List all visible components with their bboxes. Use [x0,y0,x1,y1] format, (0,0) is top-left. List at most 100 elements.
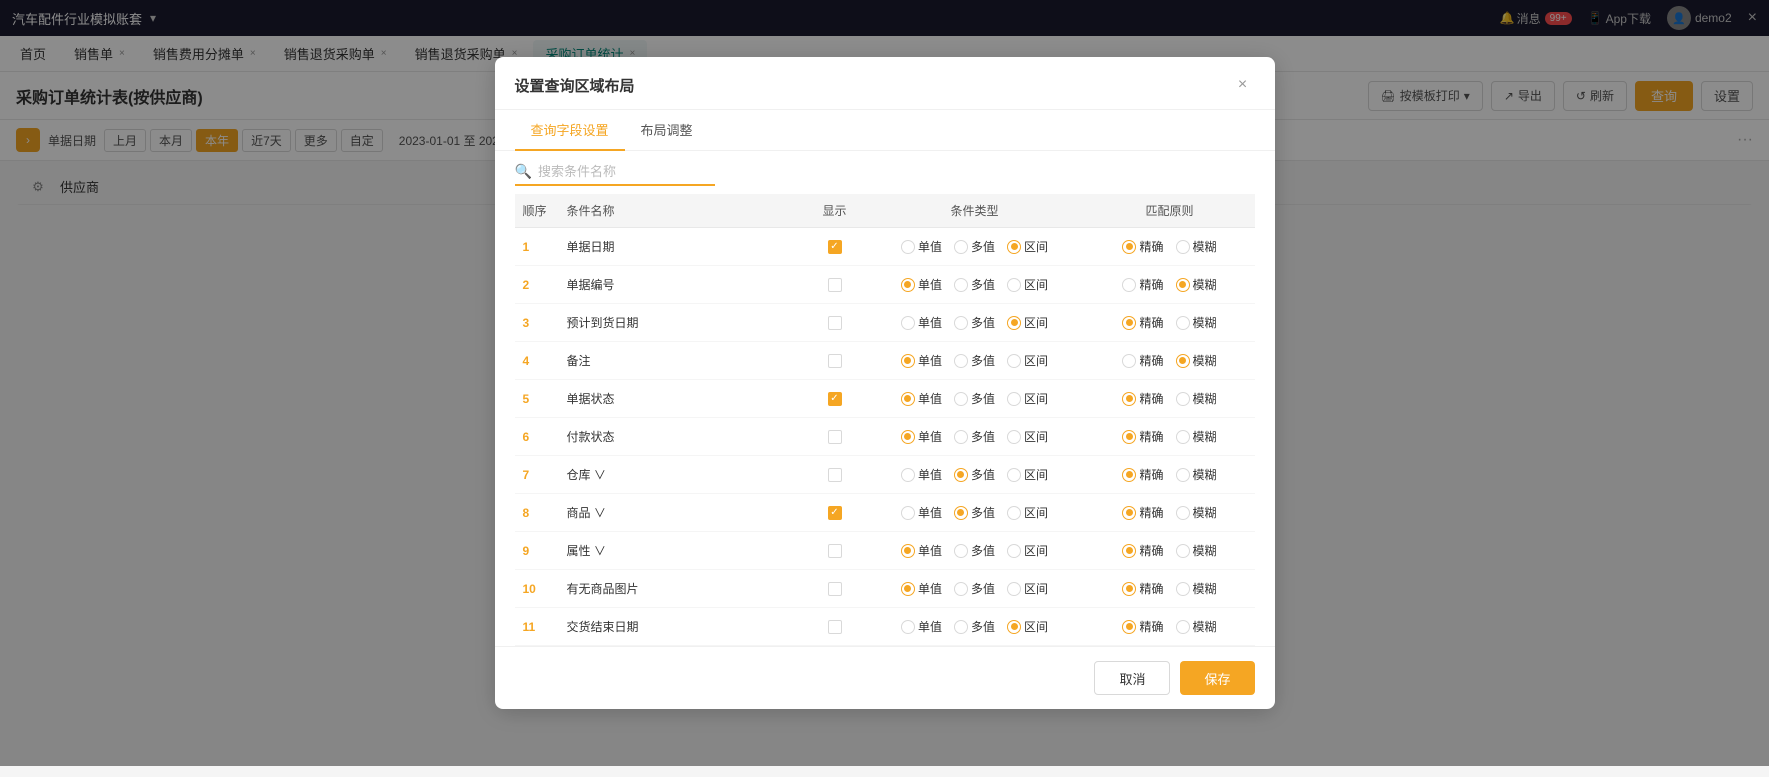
dialog-tab-layout[interactable]: 布局调整 [625,110,709,151]
type-radio-option[interactable]: 多值 [954,352,995,369]
type-radio[interactable] [1007,316,1021,330]
match-radio-option[interactable]: 精确 [1122,276,1163,293]
match-radio-option[interactable]: 模糊 [1176,618,1217,635]
type-radio[interactable] [954,430,968,444]
type-radio[interactable] [1007,392,1021,406]
match-radio[interactable] [1122,506,1136,520]
type-radio[interactable] [1007,430,1021,444]
match-radio[interactable] [1176,392,1190,406]
type-radio[interactable] [954,354,968,368]
match-radio[interactable] [1122,582,1136,596]
type-radio-option[interactable]: 区间 [1007,390,1048,407]
display-checkbox[interactable] [828,620,842,634]
type-radio[interactable] [1007,544,1021,558]
display-checkbox[interactable] [828,316,842,330]
type-radio[interactable] [901,620,915,634]
type-radio-option[interactable]: 多值 [954,618,995,635]
match-radio[interactable] [1176,430,1190,444]
type-radio[interactable] [954,468,968,482]
dialog-close-button[interactable]: × [1231,73,1255,97]
match-radio[interactable] [1176,582,1190,596]
type-radio-option[interactable]: 单值 [901,238,942,255]
type-radio[interactable] [954,316,968,330]
match-radio-option[interactable]: 模糊 [1176,580,1217,597]
display-checkbox[interactable] [828,582,842,596]
type-radio-option[interactable]: 单值 [901,276,942,293]
type-radio-option[interactable]: 多值 [954,504,995,521]
match-radio[interactable] [1176,468,1190,482]
type-radio[interactable] [954,278,968,292]
match-radio-option[interactable]: 精确 [1122,390,1163,407]
type-radio-option[interactable]: 区间 [1007,542,1048,559]
type-radio-option[interactable]: 单值 [901,466,942,483]
match-radio[interactable] [1122,620,1136,634]
type-radio-option[interactable]: 区间 [1007,238,1048,255]
match-radio-option[interactable]: 模糊 [1176,390,1217,407]
match-radio[interactable] [1176,506,1190,520]
display-checkbox[interactable] [828,278,842,292]
type-radio-option[interactable]: 区间 [1007,580,1048,597]
type-radio[interactable] [1007,468,1021,482]
display-checkbox[interactable] [828,506,842,520]
cancel-button[interactable]: 取消 [1094,661,1170,695]
match-radio-option[interactable]: 精确 [1122,314,1163,331]
type-radio[interactable] [901,582,915,596]
match-radio-option[interactable]: 模糊 [1176,466,1217,483]
type-radio[interactable] [901,392,915,406]
type-radio-option[interactable]: 区间 [1007,618,1048,635]
type-radio-option[interactable]: 区间 [1007,428,1048,445]
match-radio-option[interactable]: 模糊 [1176,428,1217,445]
type-radio-option[interactable]: 单值 [901,352,942,369]
match-radio-option[interactable]: 模糊 [1176,276,1217,293]
match-radio[interactable] [1176,316,1190,330]
type-radio-option[interactable]: 多值 [954,276,995,293]
match-radio-option[interactable]: 精确 [1122,352,1163,369]
type-radio-option[interactable]: 多值 [954,428,995,445]
match-radio-option[interactable]: 精确 [1122,428,1163,445]
match-radio-option[interactable]: 精确 [1122,466,1163,483]
type-radio[interactable] [901,544,915,558]
type-radio-option[interactable]: 多值 [954,580,995,597]
match-radio[interactable] [1176,544,1190,558]
display-checkbox[interactable] [828,354,842,368]
match-radio[interactable] [1122,240,1136,254]
type-radio[interactable] [901,506,915,520]
type-radio-option[interactable]: 单值 [901,314,942,331]
type-radio-option[interactable]: 区间 [1007,466,1048,483]
type-radio[interactable] [901,316,915,330]
type-radio-option[interactable]: 单值 [901,428,942,445]
type-radio[interactable] [954,544,968,558]
type-radio[interactable] [1007,278,1021,292]
match-radio-option[interactable]: 精确 [1122,504,1163,521]
type-radio-option[interactable]: 多值 [954,466,995,483]
save-button[interactable]: 保存 [1180,661,1254,695]
type-radio[interactable] [901,354,915,368]
type-radio-option[interactable]: 区间 [1007,314,1048,331]
dialog-tab-query[interactable]: 查询字段设置 [515,110,625,151]
type-radio[interactable] [1007,582,1021,596]
match-radio-option[interactable]: 模糊 [1176,314,1217,331]
match-radio-option[interactable]: 模糊 [1176,542,1217,559]
type-radio[interactable] [954,620,968,634]
display-checkbox[interactable] [828,392,842,406]
match-radio[interactable] [1176,278,1190,292]
type-radio-option[interactable]: 区间 [1007,504,1048,521]
type-radio-option[interactable]: 单值 [901,542,942,559]
type-radio[interactable] [901,278,915,292]
type-radio[interactable] [1007,506,1021,520]
match-radio-option[interactable]: 精确 [1122,618,1163,635]
display-checkbox[interactable] [828,240,842,254]
type-radio-option[interactable]: 单值 [901,580,942,597]
match-radio[interactable] [1122,354,1136,368]
type-radio-option[interactable]: 单值 [901,504,942,521]
type-radio[interactable] [1007,354,1021,368]
type-radio-option[interactable]: 多值 [954,542,995,559]
type-radio[interactable] [901,240,915,254]
type-radio[interactable] [954,506,968,520]
display-checkbox[interactable] [828,430,842,444]
condition-search-input[interactable] [538,164,715,179]
display-checkbox[interactable] [828,468,842,482]
type-radio-option[interactable]: 单值 [901,390,942,407]
type-radio[interactable] [1007,620,1021,634]
match-radio[interactable] [1122,544,1136,558]
